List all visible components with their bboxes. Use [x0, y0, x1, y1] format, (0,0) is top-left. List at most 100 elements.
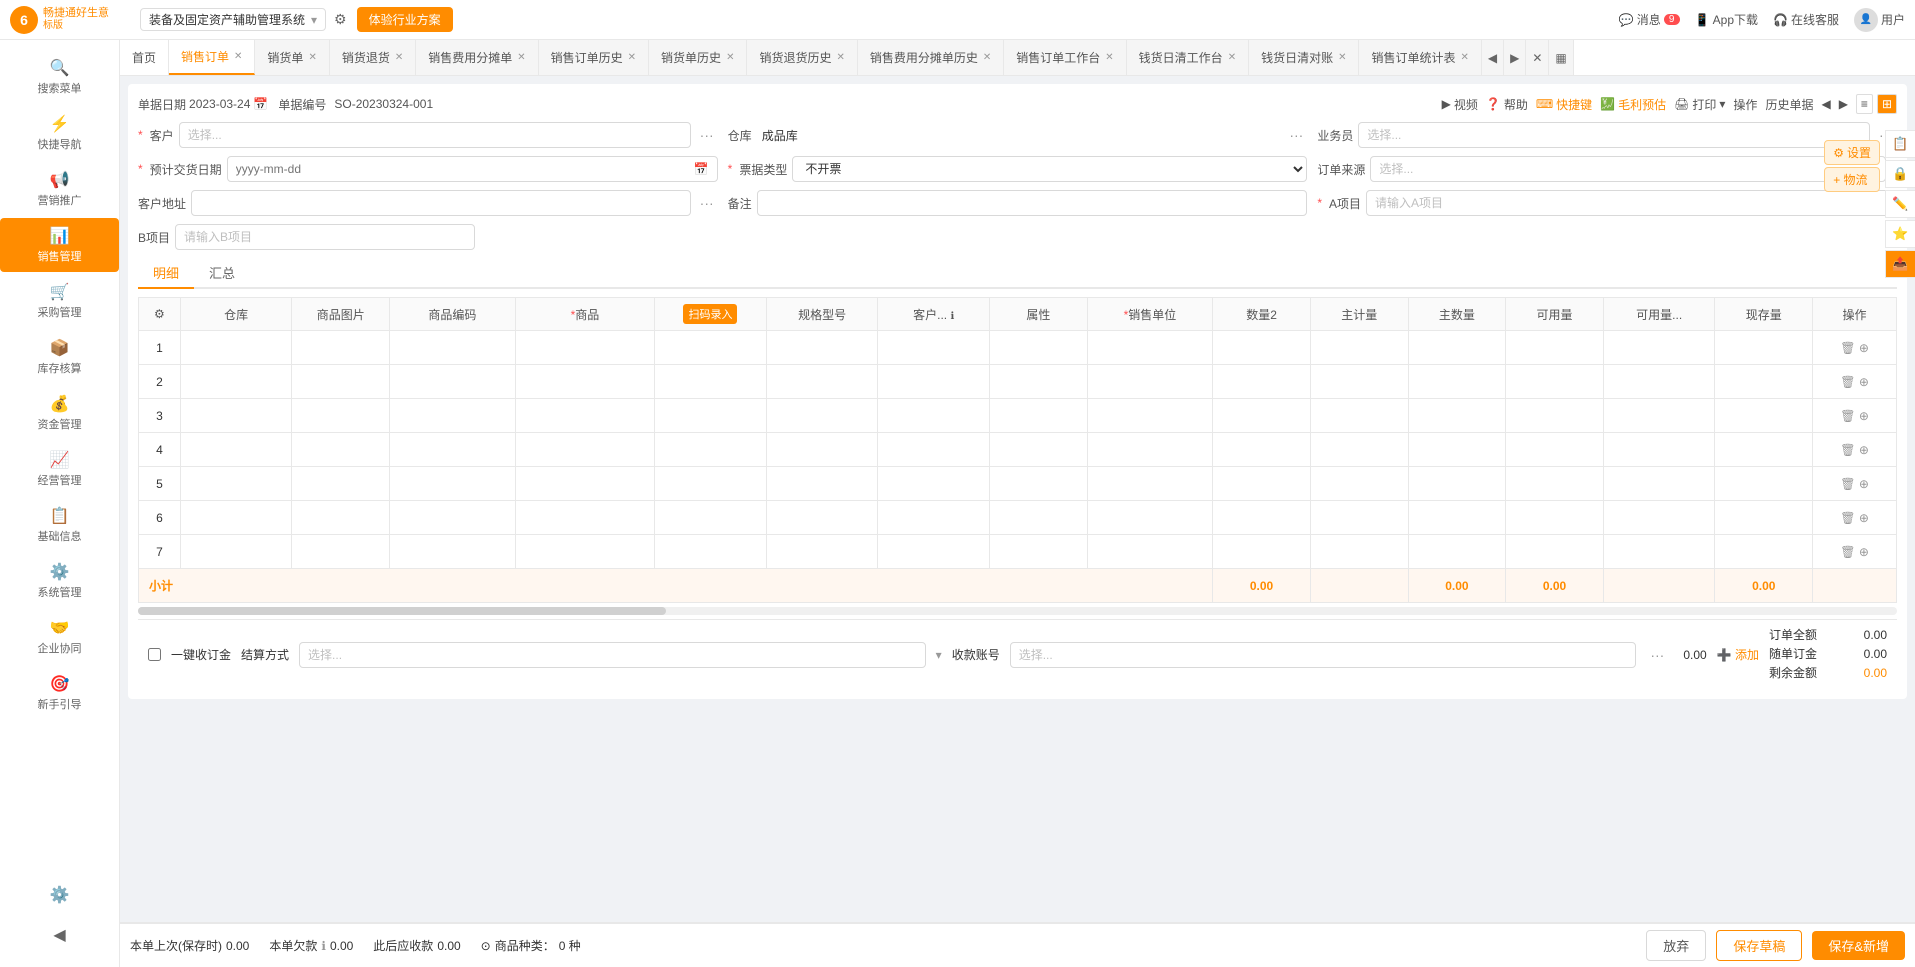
system-selector[interactable]: 装备及固定资产辅助管理系统 ▾	[140, 8, 326, 31]
tab-cash-workbench[interactable]: 钱货日清工作台 ✕	[1127, 40, 1249, 75]
app-download-button[interactable]: 📱 App下载	[1695, 11, 1758, 28]
row-qty2-2[interactable]	[1213, 365, 1311, 399]
sidebar-item-finance[interactable]: 💰 资金管理	[0, 386, 119, 440]
a-project-input[interactable]	[1366, 190, 1897, 216]
tab-sales-return[interactable]: 销货退货 ✕	[330, 40, 416, 75]
history-button[interactable]: 历史单据	[1765, 96, 1813, 113]
copy-icon[interactable]: ⊕	[1859, 545, 1869, 559]
view-toggle-grid[interactable]: ⊞	[1877, 94, 1897, 114]
calendar-icon[interactable]: 📅	[253, 97, 268, 111]
tab-cash-reconcile[interactable]: 钱货日清对账 ✕	[1249, 40, 1359, 75]
delete-icon[interactable]: 🗑	[1840, 409, 1855, 423]
rp-export-icon[interactable]: 📤	[1885, 250, 1915, 278]
row-name-1[interactable]	[515, 331, 655, 365]
row-cust-code-1[interactable]	[878, 331, 990, 365]
tab-close-cash-reconcile[interactable]: ✕	[1338, 52, 1346, 63]
one-click-checkbox[interactable]	[148, 648, 161, 661]
sidebar-item-search[interactable]: 🔍 搜索菜单	[0, 50, 119, 104]
copy-icon[interactable]: ⊕	[1859, 409, 1869, 423]
tab-close-sales-bill[interactable]: ✕	[308, 52, 316, 63]
tab-sales-expense[interactable]: 销售费用分摊单 ✕	[416, 40, 538, 75]
sidebar-settings-button[interactable]: ⚙️	[0, 877, 119, 915]
tab-close-expense-history[interactable]: ✕	[983, 52, 991, 63]
sidebar-item-purchase[interactable]: 🛒 采购管理	[0, 274, 119, 328]
row-code-3[interactable]	[390, 399, 516, 433]
settings-icon[interactable]: ⚙	[334, 11, 347, 28]
tab-order-workbench[interactable]: 销售订单工作台 ✕	[1004, 40, 1126, 75]
prev-record-button[interactable]: ◀	[1821, 97, 1830, 111]
tab-close-sales-history[interactable]: ✕	[628, 52, 636, 63]
save-new-button[interactable]: 保存&新增	[1812, 931, 1905, 960]
tab-summary[interactable]: 汇总	[194, 258, 250, 289]
scan-button[interactable]: 扫码录入	[683, 304, 737, 324]
operations-button[interactable]: 操作	[1733, 96, 1757, 113]
row-attr-2[interactable]	[990, 365, 1088, 399]
user-menu[interactable]: 👤 用户	[1854, 8, 1905, 32]
table-scrollbar[interactable]	[138, 607, 1897, 615]
sidebar-collapse-button[interactable]: ◀	[0, 917, 119, 955]
message-button[interactable]: 💬 消息 9	[1619, 11, 1680, 28]
solution-button[interactable]: 体验行业方案	[357, 7, 453, 32]
row-spec-1[interactable]	[766, 331, 878, 365]
delete-icon[interactable]: 🗑	[1840, 341, 1855, 355]
row-qty2-1[interactable]	[1213, 331, 1311, 365]
delete-icon[interactable]: 🗑	[1840, 545, 1855, 559]
add-logistics-button[interactable]: + 物流	[1824, 167, 1880, 192]
discard-button[interactable]: 放弃	[1646, 930, 1706, 961]
payment-method-input[interactable]	[299, 642, 926, 668]
rp-star-icon[interactable]: ⭐	[1885, 220, 1915, 248]
copy-icon[interactable]: ⊕	[1859, 477, 1869, 491]
row-scan-2[interactable]	[655, 365, 767, 399]
video-button[interactable]: ▶ 视频	[1442, 96, 1478, 113]
tab-stats[interactable]: 销售订单统计表 ✕	[1359, 40, 1481, 75]
tab-close-return-history[interactable]: ✕	[836, 52, 844, 63]
row-name-2[interactable]	[515, 365, 655, 399]
view-toggle-list[interactable]: ≡	[1856, 94, 1873, 114]
tab-close-cash-workbench[interactable]: ✕	[1228, 52, 1236, 63]
delete-icon[interactable]: 🗑	[1840, 477, 1855, 491]
staff-input[interactable]	[1358, 122, 1870, 148]
tab-prev-button[interactable]: ◀	[1482, 40, 1504, 75]
tab-menu-button[interactable]: ▦	[1549, 40, 1573, 75]
warehouse-more-button[interactable]: ···	[1285, 127, 1307, 143]
tab-close-all-button[interactable]: ✕	[1526, 40, 1549, 75]
help-button[interactable]: ❓ 帮助	[1486, 96, 1528, 113]
tab-sales-bill-history[interactable]: 销货单历史 ✕	[649, 40, 747, 75]
tab-close-sales-expense[interactable]: ✕	[517, 52, 525, 63]
sidebar-item-inventory[interactable]: 📦 库存核算	[0, 330, 119, 384]
b-project-input[interactable]	[175, 224, 475, 250]
customer-input[interactable]	[179, 122, 691, 148]
remark-input[interactable]	[757, 190, 1308, 216]
delete-icon[interactable]: 🗑	[1840, 511, 1855, 525]
tab-return-history[interactable]: 销货退货历史 ✕	[747, 40, 857, 75]
account-input[interactable]	[1010, 642, 1637, 668]
sidebar-item-sales[interactable]: 📊 销售管理	[0, 218, 119, 272]
tab-close-order-workbench[interactable]: ✕	[1105, 52, 1113, 63]
sidebar-item-marketing[interactable]: 📢 营销推广	[0, 162, 119, 216]
copy-icon[interactable]: ⊕	[1859, 443, 1869, 457]
tab-close-stats[interactable]: ✕	[1461, 52, 1469, 63]
row-name-3[interactable]	[515, 399, 655, 433]
copy-icon[interactable]: ⊕	[1859, 511, 1869, 525]
row-cust-code-2[interactable]	[878, 365, 990, 399]
tab-close-sales-order[interactable]: ✕	[234, 51, 242, 62]
tab-close-sales-return[interactable]: ✕	[395, 52, 403, 63]
sidebar-item-system[interactable]: ⚙️ 系统管理	[0, 554, 119, 608]
tab-sales-order[interactable]: 销售订单 ✕	[169, 40, 255, 75]
save-draft-button[interactable]: 保存草稿	[1716, 930, 1802, 961]
settings-panel-button[interactable]: ⚙ 设置	[1824, 140, 1880, 165]
invoice-type-select[interactable]: 不开票	[792, 156, 1307, 182]
row-code-1[interactable]	[390, 331, 516, 365]
row-scan-1[interactable]	[655, 331, 767, 365]
row-attr-1[interactable]	[990, 331, 1088, 365]
th-warehouse[interactable]: 仓库	[180, 298, 292, 331]
sidebar-item-operations[interactable]: 📈 经营管理	[0, 442, 119, 496]
row-warehouse-3[interactable]	[180, 399, 292, 433]
delete-icon[interactable]: 🗑	[1840, 443, 1855, 457]
row-warehouse-2[interactable]	[180, 365, 292, 399]
tab-detail[interactable]: 明细	[138, 258, 194, 289]
customer-more-button[interactable]: ···	[696, 127, 718, 143]
print-button[interactable]: 🖨 打印 ▾	[1674, 96, 1725, 113]
shortcut-button[interactable]: ⌨ 快捷键	[1536, 96, 1592, 113]
th-scan[interactable]: 扫码录入	[655, 298, 767, 331]
